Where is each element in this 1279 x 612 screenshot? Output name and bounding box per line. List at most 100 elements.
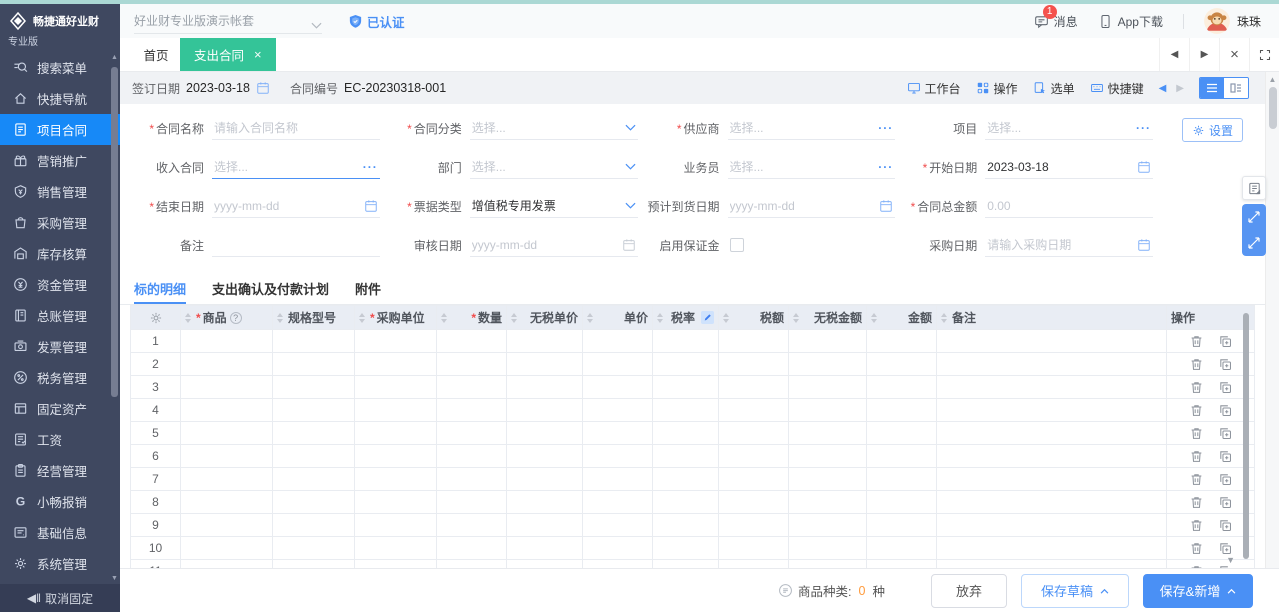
sidebar-item-8[interactable]: 总账管理 xyxy=(0,300,120,331)
sort-icon[interactable] xyxy=(277,312,285,323)
tab-scroll-left-icon[interactable]: ◀ xyxy=(1159,38,1189,71)
trash-icon[interactable] xyxy=(1189,426,1204,441)
table-cell[interactable] xyxy=(180,559,273,568)
table-cell[interactable] xyxy=(788,559,867,568)
user-menu[interactable]: 珠珠 xyxy=(1203,8,1261,34)
table-cell[interactable] xyxy=(506,559,583,568)
sidebar-item-3[interactable]: 营销推广 xyxy=(0,145,120,176)
float-note-tool[interactable] xyxy=(1242,176,1266,200)
table-cell[interactable] xyxy=(582,513,653,537)
sort-icon[interactable] xyxy=(723,312,731,323)
sidebar-item-14[interactable]: G 小畅报销 xyxy=(0,486,120,517)
table-cell[interactable] xyxy=(582,467,653,491)
enable-deposit-checkbox[interactable] xyxy=(729,238,744,252)
copy-plus-icon[interactable] xyxy=(1218,518,1233,533)
table-cell[interactable] xyxy=(436,536,507,560)
col-remark[interactable]: 备注 xyxy=(936,305,1167,330)
toolbar-item-1[interactable]: 选单 xyxy=(1033,80,1075,97)
detail-tab-0[interactable]: 标的明细 xyxy=(134,272,187,304)
table-cell[interactable] xyxy=(506,467,583,491)
detail-tab-1[interactable]: 支出确认及付款计划 xyxy=(212,272,329,304)
table-cell[interactable] xyxy=(272,513,355,537)
supplier-input[interactable]: 选择... ··· xyxy=(727,116,896,140)
col-quantity[interactable]: * 数量 xyxy=(436,305,507,330)
table-cell[interactable] xyxy=(582,375,653,399)
table-cell[interactable] xyxy=(180,421,273,445)
calendar-icon[interactable] xyxy=(256,81,270,95)
prev-doc-icon[interactable]: ◀ xyxy=(1159,83,1167,94)
sidebar-item-6[interactable]: 库存核算 xyxy=(0,238,120,269)
table-cell[interactable] xyxy=(718,490,789,514)
table-cell[interactable] xyxy=(788,513,867,537)
table-cell[interactable] xyxy=(718,513,789,537)
table-cell[interactable] xyxy=(718,375,789,399)
table-cell[interactable] xyxy=(180,536,273,560)
table-cell[interactable] xyxy=(436,490,507,514)
table-cell[interactable] xyxy=(718,421,789,445)
table-cell[interactable] xyxy=(436,352,507,376)
col-unit-price[interactable]: 单价 xyxy=(582,305,653,330)
trash-icon[interactable] xyxy=(1189,403,1204,418)
table-cell[interactable] xyxy=(936,513,1167,537)
copy-plus-icon[interactable] xyxy=(1218,403,1233,418)
enable-deposit-input[interactable] xyxy=(728,233,896,257)
table-cell[interactable] xyxy=(652,559,719,568)
table-cell[interactable] xyxy=(866,421,937,445)
table-cell[interactable] xyxy=(354,490,437,514)
messages-button[interactable]: 消息 1 xyxy=(1034,4,1078,30)
col-goods[interactable]: * 商品? xyxy=(180,305,273,330)
scroll-thumb[interactable] xyxy=(1269,87,1277,129)
table-cell[interactable] xyxy=(354,329,437,353)
table-cell[interactable] xyxy=(180,352,273,376)
table-cell[interactable] xyxy=(936,352,1167,376)
sidebar-item-7[interactable]: 资金管理 xyxy=(0,269,120,300)
table-cell[interactable] xyxy=(272,467,355,491)
sort-icon[interactable] xyxy=(793,312,801,323)
table-cell[interactable] xyxy=(788,375,867,399)
ellipsis-picker-icon[interactable]: ··· xyxy=(878,160,893,174)
table-cell[interactable] xyxy=(936,467,1167,491)
sort-icon[interactable] xyxy=(871,312,879,323)
table-cell[interactable] xyxy=(180,467,273,491)
table-cell[interactable] xyxy=(652,513,719,537)
table-cell[interactable] xyxy=(354,352,437,376)
table-cell[interactable] xyxy=(582,490,653,514)
col-spec-model[interactable]: 规格型号 xyxy=(272,305,355,330)
col-tax-amount[interactable]: 税额 xyxy=(718,305,789,330)
contract-name-input[interactable]: 请输入合同名称 xyxy=(212,116,380,140)
table-cell[interactable] xyxy=(180,329,273,353)
table-cell[interactable] xyxy=(582,329,653,353)
table-cell[interactable] xyxy=(718,559,789,568)
table-cell[interactable] xyxy=(354,398,437,422)
sidebar-item-1[interactable]: 快捷导航 xyxy=(0,83,120,114)
col-purchase-unit[interactable]: * 采购单位 xyxy=(354,305,437,330)
department-input[interactable]: 选择... xyxy=(469,155,638,179)
sidebar-item-9[interactable]: 发票管理 xyxy=(0,331,120,362)
table-cell[interactable] xyxy=(788,536,867,560)
table-cell[interactable] xyxy=(436,375,507,399)
copy-plus-icon[interactable] xyxy=(1218,426,1233,441)
calendar-icon[interactable] xyxy=(364,199,378,213)
table-cell[interactable] xyxy=(436,444,507,468)
table-cell[interactable] xyxy=(788,398,867,422)
table-cell[interactable] xyxy=(272,490,355,514)
table-cell[interactable] xyxy=(582,444,653,468)
table-cell[interactable] xyxy=(354,536,437,560)
sidebar-unpin-button[interactable]: ◀‖ 取消固定 xyxy=(0,584,120,612)
table-cell[interactable] xyxy=(436,467,507,491)
table-cell[interactable] xyxy=(866,490,937,514)
table-cell[interactable] xyxy=(582,559,653,568)
content-scrollbar[interactable]: ▲ xyxy=(1265,72,1279,568)
table-cell[interactable] xyxy=(788,421,867,445)
tabs-close-icon[interactable]: × xyxy=(1219,38,1249,71)
sidebar-item-5[interactable]: 采购管理 xyxy=(0,207,120,238)
table-cell[interactable] xyxy=(582,421,653,445)
ellipsis-picker-icon[interactable]: ··· xyxy=(1136,121,1151,135)
table-cell[interactable] xyxy=(582,536,653,560)
table-cell[interactable] xyxy=(936,490,1167,514)
contract-category-input[interactable]: 选择... xyxy=(469,116,638,140)
calendar-icon[interactable] xyxy=(1137,160,1151,174)
table-cell[interactable] xyxy=(272,398,355,422)
trash-icon[interactable] xyxy=(1189,380,1204,395)
table-cell[interactable] xyxy=(866,467,937,491)
